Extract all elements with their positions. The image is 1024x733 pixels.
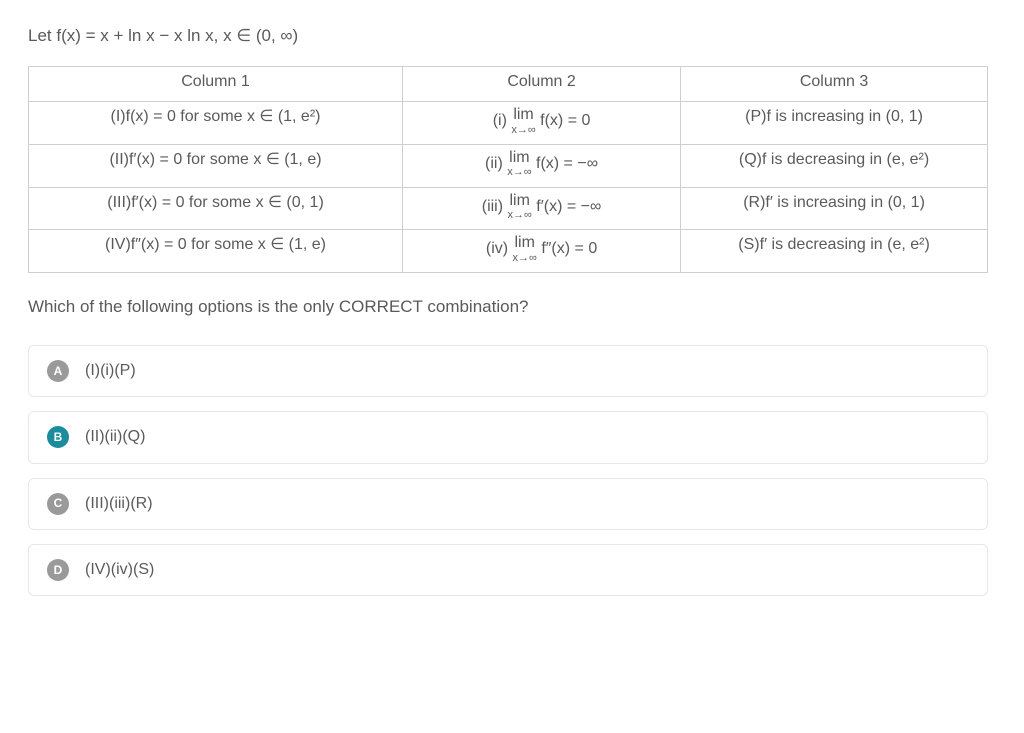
col1-header: Column 1 (29, 66, 403, 101)
function-definition: Let f(x) = x + ln x − x ln x, x ∈ (0, ∞) (28, 24, 996, 48)
cell-c1: (I)f(x) = 0 for some x ∈ (1, e²) (29, 102, 403, 145)
cell-c3: (P)f is increasing in (0, 1) (681, 102, 988, 145)
c2-suffix: f′(x) = −∞ (532, 198, 602, 215)
cell-c1: (IV)f″(x) = 0 for some x ∈ (1, e) (29, 230, 403, 273)
c2-suffix: f″(x) = 0 (537, 240, 597, 257)
c2-prefix: (iv) (486, 240, 513, 257)
option-b[interactable]: B (II)(ii)(Q) (28, 411, 988, 463)
cell-c3: (Q)f is decreasing in (e, e²) (681, 144, 988, 187)
table-row: (II)f′(x) = 0 for some x ∈ (1, e) (ii) l… (29, 144, 988, 187)
limit-notation: limx→∞ (513, 234, 537, 264)
option-d[interactable]: D (IV)(iv)(S) (28, 544, 988, 596)
col3-header: Column 3 (681, 66, 988, 101)
option-text: (I)(i)(P) (85, 360, 136, 382)
limit-notation: limx→∞ (511, 106, 535, 136)
table-row: (IV)f″(x) = 0 for some x ∈ (1, e) (iv) l… (29, 230, 988, 273)
match-table: Column 1 Column 2 Column 3 (I)f(x) = 0 f… (28, 66, 988, 273)
col2-header: Column 2 (403, 66, 681, 101)
c2-prefix: (iii) (482, 198, 508, 215)
limit-notation: limx→∞ (507, 149, 531, 179)
c2-suffix: f(x) = 0 (536, 112, 591, 129)
option-c[interactable]: C (III)(iii)(R) (28, 478, 988, 530)
c2-prefix: (i) (493, 112, 512, 129)
cell-c1: (III)f′(x) = 0 for some x ∈ (0, 1) (29, 187, 403, 230)
limit-notation: limx→∞ (508, 192, 532, 222)
cell-c2: (ii) limx→∞ f(x) = −∞ (403, 144, 681, 187)
table-row: (III)f′(x) = 0 for some x ∈ (0, 1) (iii)… (29, 187, 988, 230)
option-letter: D (47, 559, 69, 581)
option-letter: C (47, 493, 69, 515)
option-text: (III)(iii)(R) (85, 493, 153, 515)
cell-c1: (II)f′(x) = 0 for some x ∈ (1, e) (29, 144, 403, 187)
option-text: (IV)(iv)(S) (85, 559, 154, 581)
question-text: Which of the following options is the on… (28, 295, 996, 319)
cell-c2: (i) limx→∞ f(x) = 0 (403, 102, 681, 145)
option-letter: A (47, 360, 69, 382)
cell-c3: (R)f′ is increasing in (0, 1) (681, 187, 988, 230)
option-text: (II)(ii)(Q) (85, 426, 145, 448)
c2-prefix: (ii) (485, 155, 507, 172)
option-a[interactable]: A (I)(i)(P) (28, 345, 988, 397)
cell-c2: (iii) limx→∞ f′(x) = −∞ (403, 187, 681, 230)
c2-suffix: f(x) = −∞ (532, 155, 599, 172)
table-row: (I)f(x) = 0 for some x ∈ (1, e²) (i) lim… (29, 102, 988, 145)
cell-c3: (S)f′ is decreasing in (e, e²) (681, 230, 988, 273)
option-letter: B (47, 426, 69, 448)
cell-c2: (iv) limx→∞ f″(x) = 0 (403, 230, 681, 273)
